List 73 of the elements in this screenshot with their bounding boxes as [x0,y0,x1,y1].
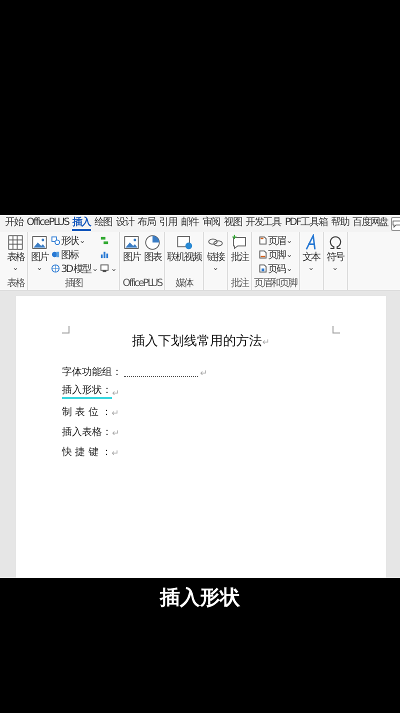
ribbon-button-label: 链接 [207,252,224,264]
document-text: 制 表 位 ： [62,406,112,419]
ribbon-button[interactable]: 联机视频 [167,234,202,278]
ribbon-button-label: 图表 [144,252,162,264]
footer-icon [258,250,268,259]
ribbon-button-label: 批注 [231,252,248,264]
document-text: 字体功能组： [62,366,122,379]
ribbon-button-label: 联机视频 [167,252,202,264]
ribbon-tab[interactable]: 视图 [223,216,243,231]
caret-icon: ⌄ [36,264,43,272]
document-text: 插入形状： [62,383,112,399]
ribbon-button[interactable]: 文本 ⌄ [302,234,321,289]
ribbon-tab[interactable]: 帮助 [330,216,350,231]
video-caption: 插入形状 [160,584,240,610]
header-icon [258,236,268,245]
paragraph-mark: ↵ [112,429,120,439]
crop-mark-icon [62,326,70,334]
crop-mark-icon [332,326,340,334]
caret-icon: ⌄ [332,264,338,272]
ribbon-button-label: 表格 [7,252,24,264]
ribbon-button[interactable]: 链接 ⌄ [206,234,226,289]
ribbon-button[interactable]: 符号 ⌄ [326,234,345,289]
ribbon-button[interactable]: 页眉⌄ [258,234,293,247]
shapes-icon [51,236,60,245]
ribbon-button[interactable]: ⌄ [100,262,118,275]
ribbon-tab[interactable]: 开发工具 [244,216,282,231]
ribbon-button[interactable]: 图表 [143,234,162,278]
ribbon-button[interactable]: 图片 ⌄ [30,234,49,278]
ribbon-button[interactable]: 图片 [122,234,142,278]
paragraph-mark: ↵ [112,449,120,459]
ribbon-button-label: 图片 [123,252,140,264]
ribbon-tab[interactable]: 布局 [136,216,156,231]
group-label: OfficePLUS [122,278,162,289]
speech-bubble-icon[interactable] [390,216,400,230]
ribbon-tab[interactable]: 审阅 [201,216,221,231]
ribbon-button[interactable]: 图标 [51,248,98,261]
ribbon-button-label: 图片 [31,252,48,264]
ribbon-button[interactable]: 页脚⌄ [258,248,293,261]
icons-icon [51,250,60,259]
ribbon-tab[interactable]: 设计 [114,216,135,231]
bar-chart-icon [100,250,110,259]
globe-icon [51,264,60,273]
ribbon-button-label: 符号 [326,252,344,264]
ribbon-button[interactable]: 批注 [230,234,250,278]
ribbon-button[interactable]: 表格 ⌄ [6,234,25,278]
document-text: 快 捷 键 ： [62,446,112,459]
ribbon-tab[interactable]: 引用 [158,216,178,231]
document-text: 插入表格： [62,426,112,439]
ribbon-tab[interactable]: 百度网盘 [352,216,389,231]
paragraph-mark: ↵ [112,409,120,419]
group-label: 插图 [65,278,82,289]
ribbon-button[interactable]: 3D 模型⌄ [51,262,98,275]
ribbon-button[interactable]: 形状⌄ [51,234,98,247]
group-label: 表格 [7,278,24,289]
caret-icon: ⌄ [212,264,219,272]
paragraph-mark: ↵ [112,389,120,399]
group-label: 媒体 [176,278,193,289]
page-number-icon [258,264,268,273]
ribbon-tab[interactable]: OfficePLUS [26,216,70,231]
ribbon-tab[interactable]: PDF工具箱 [284,216,328,231]
ribbon-button[interactable]: 页码⌄ [258,262,293,275]
blocks-icon [100,236,110,245]
paragraph-mark: ↵ [200,369,208,379]
monitor-icon [100,264,110,273]
ribbon-tab[interactable]: 邮件 [180,216,200,231]
ribbon-button-label: 文本 [302,252,320,264]
document-title: 插入下划线常用的方法↵ [131,333,271,350]
caret-icon: ⌄ [308,264,314,272]
group-label: 页眉和页脚 [254,278,297,289]
ribbon-tab[interactable]: 开始 [4,216,24,231]
ribbon-tab[interactable]: 绘图 [93,216,113,231]
group-label: 批注 [231,278,248,289]
caret-icon: ⌄ [12,264,19,272]
